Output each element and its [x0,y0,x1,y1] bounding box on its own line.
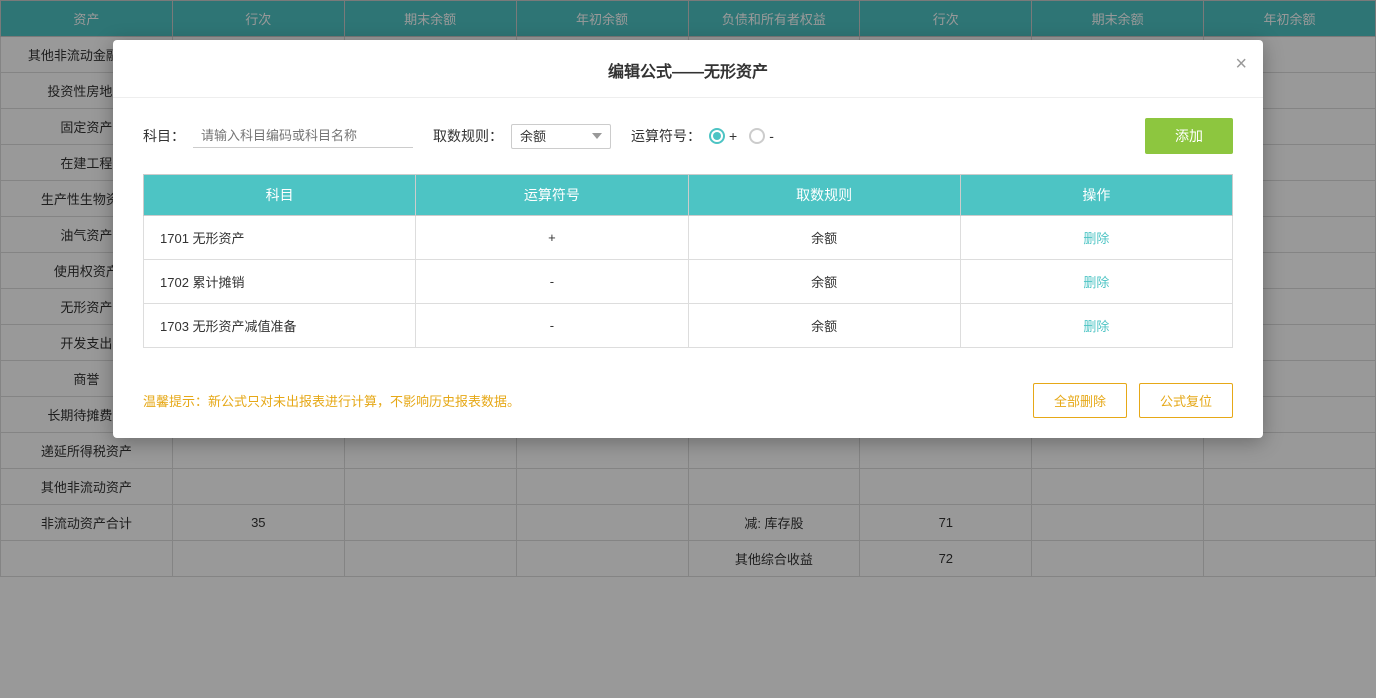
delete-row-button[interactable]: 删除 [1083,272,1109,291]
formula-cell-rule: 余额 [688,260,960,304]
formula-row: 1702 累计摊销-余额 删除 [144,260,1233,304]
formula-cell-action: 删除 [960,216,1232,260]
modal-overlay: 编辑公式——无形资产 × 科目： 取数规则： [0,0,1376,698]
subject-input[interactable] [193,124,413,148]
formula-cell-action: 删除 [960,260,1232,304]
form-row: 科目： 取数规则： 余额 借方发生额 贷方发生额 [143,118,1233,154]
radio-minus-circle [749,128,765,144]
subject-label: 科目： [143,126,185,146]
footer-tip: 温馨提示：新公式只对未出报表进行计算，不影响历史报表数据。 [143,391,520,410]
radio-minus-label: - [769,128,774,144]
modal-body: 科目： 取数规则： 余额 借方发生额 贷方发生额 [113,98,1263,368]
subject-field: 科目： [143,124,413,148]
rule-field: 取数规则： 余额 借方发生额 贷方发生额 [433,124,611,149]
rule-label: 取数规则： [433,126,503,146]
table-col-rule: 取数规则 [688,175,960,216]
modal: 编辑公式——无形资产 × 科目： 取数规则： [113,40,1263,438]
table-col-action: 操作 [960,175,1232,216]
modal-header: 编辑公式——无形资产 × [113,40,1263,98]
formula-cell-operator: + [416,216,688,260]
formula-row: 1701 无形资产+余额 删除 [144,216,1233,260]
formula-cell-operator: - [416,304,688,348]
modal-close-button[interactable]: × [1235,54,1247,74]
formula-table: 科目 运算符号 取数规则 操作 1701 无形资产+余额删除1702 累计摊销-… [143,174,1233,348]
footer-buttons: 全部删除 公式复位 [1033,383,1233,418]
radio-minus[interactable]: - [749,128,774,144]
delete-row-button[interactable]: 删除 [1083,316,1109,335]
reset-formula-button[interactable]: 公式复位 [1139,383,1233,418]
operator-field: 运算符号： + - [631,126,774,146]
formula-cell-subject: 1703 无形资产减值准备 [144,304,416,348]
rule-select[interactable]: 余额 借方发生额 贷方发生额 [511,124,611,149]
table-col-operator: 运算符号 [416,175,688,216]
delete-row-button[interactable]: 删除 [1083,228,1109,247]
add-button[interactable]: 添加 [1145,118,1233,154]
radio-plus-label: + [729,128,737,144]
radio-group: + - [709,128,774,144]
formula-cell-rule: 余额 [688,304,960,348]
delete-all-button[interactable]: 全部删除 [1033,383,1127,418]
modal-title: 编辑公式——无形资产 [608,64,768,81]
modal-footer: 温馨提示：新公式只对未出报表进行计算，不影响历史报表数据。 全部删除 公式复位 [113,368,1263,438]
formula-cell-subject: 1702 累计摊销 [144,260,416,304]
operator-label: 运算符号： [631,126,701,146]
rule-select-wrapper: 余额 借方发生额 贷方发生额 [511,124,611,149]
formula-cell-operator: - [416,260,688,304]
formula-cell-action: 删除 [960,304,1232,348]
formula-cell-subject: 1701 无形资产 [144,216,416,260]
formula-row: 1703 无形资产减值准备-余额 删除 [144,304,1233,348]
table-col-subject: 科目 [144,175,416,216]
radio-plus[interactable]: + [709,128,737,144]
formula-cell-rule: 余额 [688,216,960,260]
radio-plus-circle [709,128,725,144]
